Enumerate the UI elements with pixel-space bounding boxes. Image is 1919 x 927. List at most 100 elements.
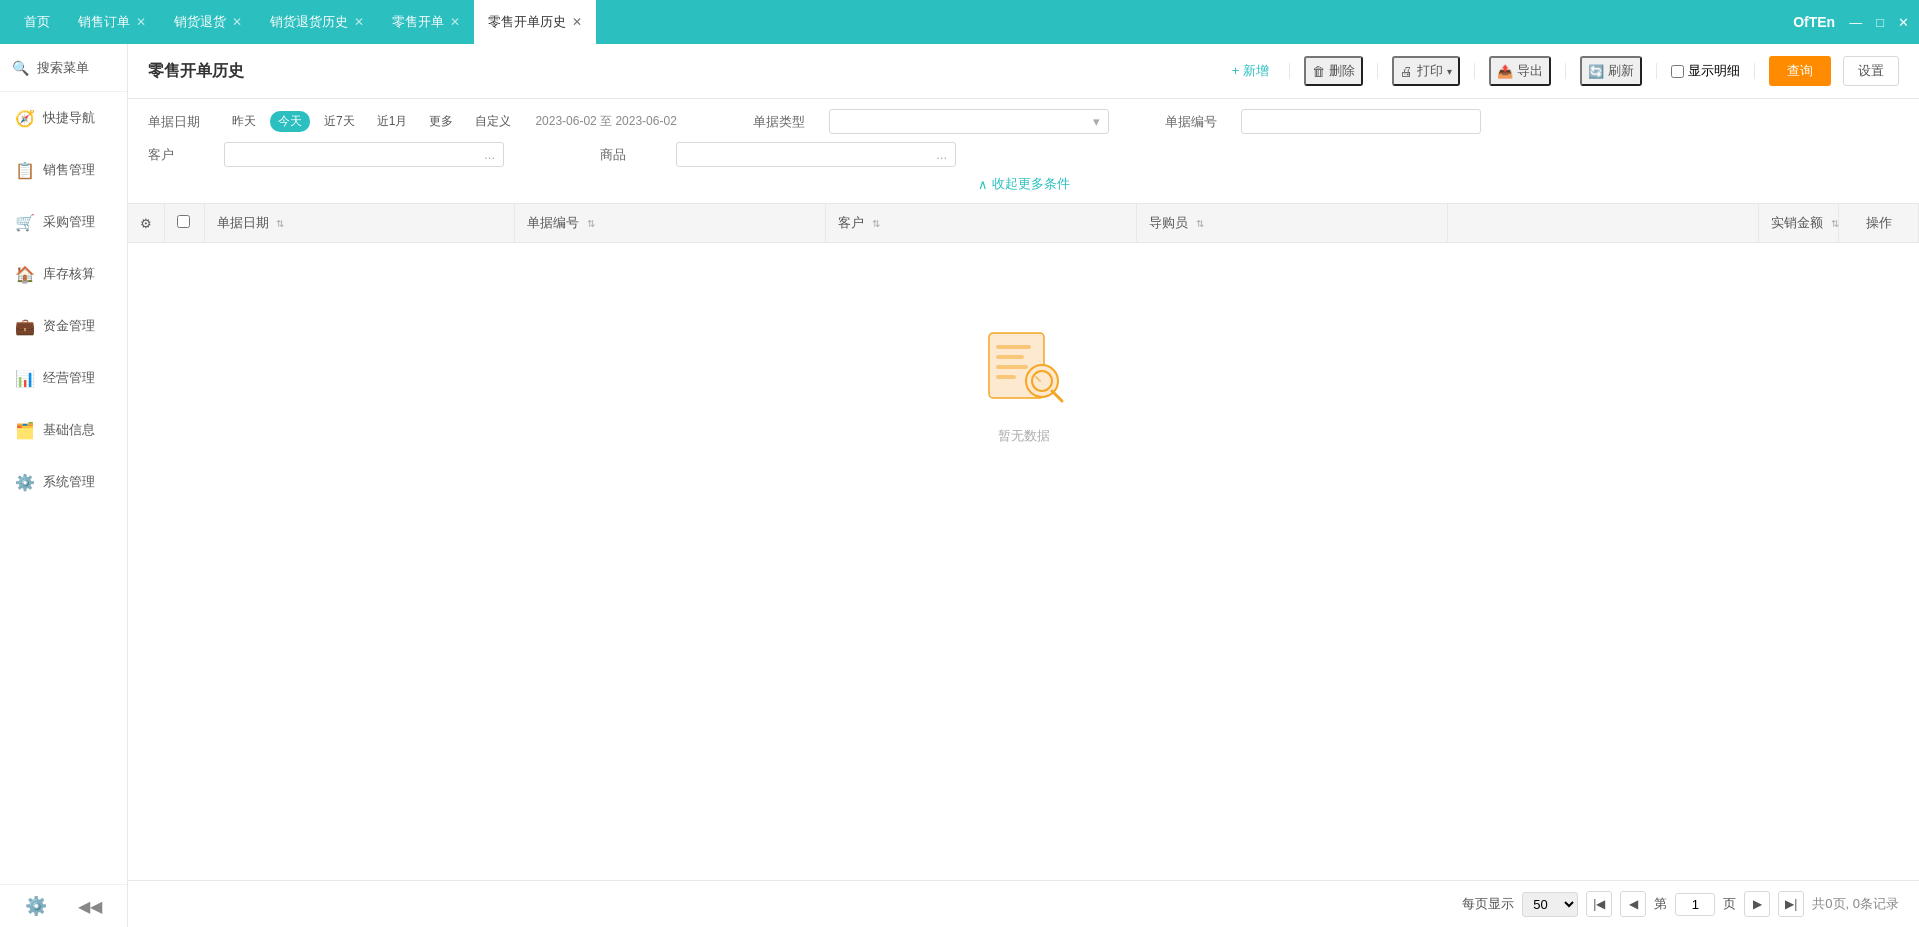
tab-retail-open[interactable]: 零售开单 ✕ (378, 0, 474, 44)
sidebar-item-sys-mgmt[interactable]: ⚙️ 系统管理 (0, 456, 127, 508)
toolbar-divider-2 (1377, 63, 1378, 79)
sidebar-item-sales-mgmt-label: 销售管理 (43, 161, 95, 179)
display-col-checkbox[interactable] (1671, 65, 1684, 78)
th-customer-label: 客户 (838, 215, 864, 230)
delete-button[interactable]: 🗑 删除 (1304, 56, 1363, 86)
svg-rect-1 (996, 345, 1031, 349)
page-word-label: 第 (1654, 895, 1667, 913)
date-opt-more[interactable]: 更多 (421, 111, 461, 132)
date-opt-today[interactable]: 今天 (270, 111, 310, 132)
tab-retail-open-history[interactable]: 零售开单历史 ✕ (474, 0, 596, 44)
select-all-checkbox[interactable] (177, 215, 190, 228)
customer-select[interactable]: ... (224, 142, 504, 167)
th-date-sort-icon: ⇅ (276, 218, 284, 229)
th-check[interactable] (164, 204, 204, 243)
pagination: 每页显示 10 20 50 100 |◀ ◀ 第 页 ▶ ▶| 共0页, 0条记… (128, 880, 1919, 927)
product-dots[interactable]: ... (936, 147, 947, 162)
th-amount[interactable]: 实销金额 ⇅ (1759, 204, 1839, 243)
svg-rect-3 (996, 365, 1028, 369)
export-button[interactable]: 📤 导出 (1489, 56, 1551, 86)
tab-sales-return[interactable]: 销货退货 ✕ (160, 0, 256, 44)
add-button[interactable]: + 新增 (1226, 58, 1275, 84)
main-layout: 🔍 搜索菜单 🧭 快捷导航 📋 销售管理 🛒 采购管理 🏠 库存核算 💼 资金管… (0, 44, 1919, 927)
sidebar-item-operation[interactable]: 📊 经营管理 (0, 352, 127, 404)
collapse-filter-btn[interactable]: ∧ 收起更多条件 (148, 175, 1899, 193)
th-date[interactable]: 单据日期 ⇅ (204, 204, 515, 243)
date-opt-yesterday[interactable]: 昨天 (224, 111, 264, 132)
prev-page-btn[interactable]: ◀ (1620, 891, 1646, 917)
sidebar: 🔍 搜索菜单 🧭 快捷导航 📋 销售管理 🛒 采购管理 🏠 库存核算 💼 资金管… (0, 44, 128, 927)
th-spacer (1448, 204, 1759, 243)
date-opt-7days[interactable]: 近7天 (316, 111, 363, 132)
next-page-btn[interactable]: ▶ (1744, 891, 1770, 917)
print-button[interactable]: 🖨 打印 ▾ (1392, 56, 1460, 86)
date-options: 昨天 今天 近7天 近1月 更多 自定义 (224, 111, 519, 132)
page-title: 零售开单历史 (148, 61, 1226, 82)
date-opt-1month[interactable]: 近1月 (369, 111, 416, 132)
th-customer-sort-icon: ⇅ (872, 218, 880, 229)
sidebar-item-inventory[interactable]: 🏠 库存核算 (0, 248, 127, 300)
sidebar-item-finance[interactable]: 💼 资金管理 (0, 300, 127, 352)
sidebar-item-purchase-mgmt[interactable]: 🛒 采购管理 (0, 196, 127, 248)
toolbar: + 新增 🗑 删除 🖨 打印 ▾ 📤 导出 (1226, 56, 1899, 86)
refresh-button[interactable]: 🔄 刷新 (1580, 56, 1642, 86)
tab-sales-return-history[interactable]: 销货退货历史 ✕ (256, 0, 378, 44)
customer-label: 客户 (148, 146, 208, 164)
settings-icon[interactable]: ⚙️ (25, 895, 47, 917)
sidebar-item-basic-info-label: 基础信息 (43, 421, 95, 439)
tab-home[interactable]: 首页 (10, 0, 64, 44)
tab-sales-order[interactable]: 销售订单 ✕ (64, 0, 160, 44)
tab-sales-return-history-close[interactable]: ✕ (354, 15, 364, 29)
operation-icon: 📊 (15, 369, 35, 388)
svg-rect-4 (996, 375, 1016, 379)
display-col-checkbox-group[interactable]: 显示明细 (1671, 62, 1740, 80)
print-icon: 🖨 (1400, 64, 1413, 79)
query-button[interactable]: 查询 (1769, 56, 1831, 86)
tab-home-label: 首页 (24, 13, 50, 31)
inventory-icon: 🏠 (15, 265, 35, 284)
th-setting[interactable]: ⚙ (128, 204, 164, 243)
date-filter-label: 单据日期 (148, 113, 208, 131)
th-no[interactable]: 单据编号 ⇅ (515, 204, 826, 243)
toolbar-divider-3 (1474, 63, 1475, 79)
table-container[interactable]: ⚙ 单据日期 ⇅ 单据编号 ⇅ (128, 204, 1919, 880)
tab-sales-return-history-label: 销货退货历史 (270, 13, 348, 31)
sidebar-search[interactable]: 🔍 搜索菜单 (0, 44, 127, 92)
empty-illustration (974, 323, 1074, 413)
tab-sales-order-close[interactable]: ✕ (136, 15, 146, 29)
settings-button[interactable]: 设置 (1843, 56, 1899, 86)
tab-retail-open-history-close[interactable]: ✕ (572, 15, 582, 29)
minimize-btn[interactable]: — (1849, 15, 1862, 30)
delete-icon: 🗑 (1312, 64, 1325, 79)
per-page-select[interactable]: 10 20 50 100 (1522, 892, 1578, 917)
table-setting-icon[interactable]: ⚙ (140, 216, 152, 231)
display-col-label: 显示明细 (1688, 62, 1740, 80)
customer-dots[interactable]: ... (484, 147, 495, 162)
sys-mgmt-icon: ⚙️ (15, 473, 35, 492)
first-page-btn[interactable]: |◀ (1586, 891, 1612, 917)
th-salesperson[interactable]: 导购员 ⇅ (1137, 204, 1448, 243)
th-amount-sort-icon: ⇅ (1831, 218, 1839, 229)
last-page-btn[interactable]: ▶| (1778, 891, 1804, 917)
product-select[interactable]: ... (676, 142, 956, 167)
doc-no-input[interactable] (1241, 109, 1481, 134)
th-customer[interactable]: 客户 ⇅ (826, 204, 1137, 243)
tab-sales-return-close[interactable]: ✕ (232, 15, 242, 29)
svg-rect-2 (996, 355, 1024, 359)
doc-no-label: 单据编号 (1165, 113, 1225, 131)
export-label: 导出 (1517, 62, 1543, 80)
filter-area: 单据日期 昨天 今天 近7天 近1月 更多 自定义 2023-06-02 至 2… (128, 99, 1919, 204)
toolbar-divider-5 (1656, 63, 1657, 79)
top-right-controls: OfTEn — □ ✕ (1793, 14, 1909, 30)
sidebar-item-quick-nav[interactable]: 🧭 快捷导航 (0, 92, 127, 144)
collapse-sidebar-icon[interactable]: ◀◀ (78, 897, 102, 916)
maximize-btn[interactable]: □ (1876, 15, 1884, 30)
page-input[interactable] (1675, 893, 1715, 916)
date-opt-custom[interactable]: 自定义 (467, 111, 519, 132)
search-icon: 🔍 (12, 60, 29, 76)
tab-retail-open-close[interactable]: ✕ (450, 15, 460, 29)
sidebar-item-sales-mgmt[interactable]: 📋 销售管理 (0, 144, 127, 196)
doc-type-select[interactable]: ▾ (829, 109, 1109, 134)
sidebar-item-basic-info[interactable]: 🗂️ 基础信息 (0, 404, 127, 456)
close-btn[interactable]: ✕ (1898, 15, 1909, 30)
